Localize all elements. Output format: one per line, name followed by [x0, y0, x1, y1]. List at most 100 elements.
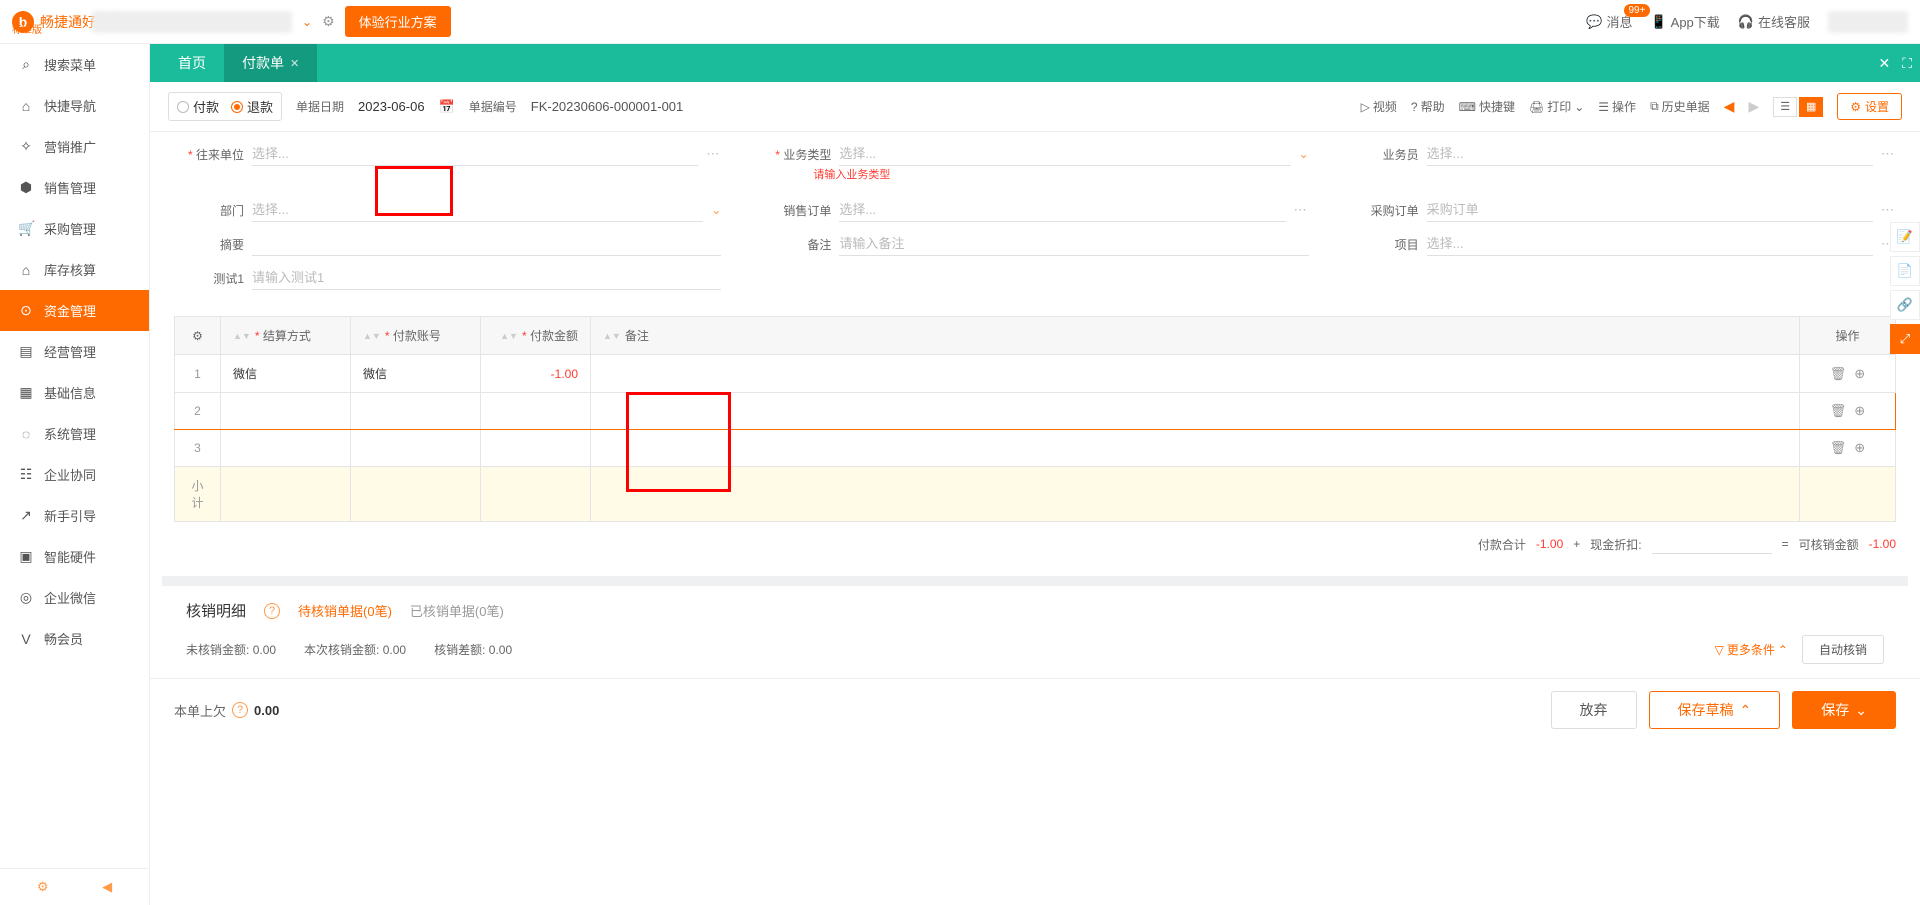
view-list-icon[interactable]: ☰ [1773, 97, 1797, 117]
float-note-icon[interactable]: 📝 [1890, 222, 1920, 252]
purchaseorder-input[interactable] [1427, 198, 1873, 222]
test1-field: 测试1 [174, 266, 721, 290]
sidebar-item-9[interactable]: ◌系统管理 [0, 413, 149, 454]
test1-input[interactable] [252, 266, 721, 290]
sidebar-item-3[interactable]: ⬢销售管理 [0, 167, 149, 208]
sidebar-item-14[interactable]: V畅会员 [0, 618, 149, 659]
float-link-icon[interactable]: 🔗 [1890, 290, 1920, 320]
col-settle[interactable]: ▲▼结算方式 [221, 317, 351, 355]
delete-row-icon[interactable]: 🗑 [1830, 366, 1847, 381]
add-row-icon[interactable]: ⊕ [1854, 403, 1865, 418]
sidebar-item-10[interactable]: ☷企业协同 [0, 454, 149, 495]
sidebar-item-5[interactable]: ⌂库存核算 [0, 249, 149, 290]
vendor-input[interactable] [252, 142, 698, 166]
save-draft-button[interactable]: 保存草稿 ⌃ [1649, 691, 1781, 729]
col-acct[interactable]: ▲▼付款账号 [351, 317, 481, 355]
sidebar-item-6[interactable]: ⊙资金管理 [0, 290, 149, 331]
dept-input[interactable] [252, 198, 703, 222]
biztype-input[interactable] [839, 142, 1290, 166]
pay-refund-toggle: 付款 退款 [168, 92, 282, 121]
tabs-close-all-icon[interactable]: ✕ [1878, 55, 1890, 72]
add-row-icon[interactable]: ⊕ [1854, 366, 1865, 381]
sidebar-settings-icon[interactable]: ⚙ [37, 879, 49, 895]
delete-row-icon[interactable]: 🗑 [1830, 440, 1847, 455]
messages-link[interactable]: 💬 消息 99+ [1586, 12, 1632, 31]
biztype-dropdown-icon[interactable]: ⌄ [1299, 147, 1309, 161]
col-gear[interactable]: ⚙ [175, 317, 221, 355]
sidebar-item-0[interactable]: ⌕搜索菜单 [0, 44, 149, 85]
sidebar-item-12[interactable]: ▣智能硬件 [0, 536, 149, 577]
tab-close-icon[interactable]: ✕ [290, 57, 299, 70]
salesorder-lookup-icon[interactable]: ⋯ [1294, 202, 1309, 218]
sidebar-icon: ▦ [18, 384, 34, 401]
add-row-icon[interactable]: ⊕ [1854, 440, 1865, 455]
remark-input[interactable] [839, 232, 1308, 256]
org-name-blurred [92, 11, 292, 33]
settings-button[interactable]: ⚙设置 [1837, 93, 1902, 120]
support-link[interactable]: 🎧 在线客服 [1738, 12, 1810, 31]
footer-bar: 本单上欠 ? 0.00 放弃 保存草稿 ⌃ 保存 ⌄ [150, 678, 1920, 741]
float-expand-icon[interactable]: ⤢ [1890, 324, 1920, 354]
cash-discount-input[interactable] [1652, 534, 1772, 554]
app-download-link[interactable]: 📱 App下载 [1650, 12, 1719, 31]
float-bar: 📝 📄 🔗 ⤢ [1890, 222, 1920, 354]
col-amt[interactable]: ▲▼付款金额 [481, 317, 591, 355]
doc-date-value[interactable]: 2023-06-06 [358, 99, 425, 114]
clerk-input[interactable] [1427, 142, 1873, 166]
float-doc-icon[interactable]: 📄 [1890, 256, 1920, 286]
next-doc-icon[interactable]: ▶ [1748, 98, 1759, 115]
summary-input[interactable] [252, 232, 721, 256]
writeoff-help-icon[interactable]: ? [264, 603, 280, 619]
calendar-icon[interactable]: 📅 [439, 99, 455, 115]
salesorder-input[interactable] [839, 198, 1285, 222]
delete-row-icon[interactable]: 🗑 [1830, 403, 1847, 418]
video-link[interactable]: ▷ 视频 [1361, 98, 1397, 115]
sidebar-item-11[interactable]: ↗新手引导 [0, 495, 149, 536]
writeoff-tab-pending[interactable]: 待核销单据(0笔) [298, 601, 392, 620]
table-row[interactable]: 1微信微信-1.00🗑⊕ [175, 355, 1896, 393]
discard-button[interactable]: 放弃 [1551, 691, 1637, 729]
org-dropdown-icon[interactable]: ⌄ [302, 15, 312, 29]
header-gear-icon[interactable]: ⚙ [322, 13, 335, 30]
clerk-lookup-icon[interactable]: ⋯ [1881, 146, 1896, 162]
table-row[interactable]: 3🗑⊕ [175, 430, 1896, 467]
radio-refund[interactable]: 退款 [231, 97, 273, 116]
view-card-icon[interactable]: ▦ [1799, 97, 1823, 117]
operate-link[interactable]: ☰ 操作 [1598, 98, 1636, 115]
sidebar-item-13[interactable]: ◎企业微信 [0, 577, 149, 618]
tab-home[interactable]: 首页 [160, 44, 224, 82]
trial-button[interactable]: 体验行业方案 [345, 6, 451, 37]
radio-dot-checked [231, 101, 243, 113]
subtotal-row: 小计 [175, 467, 1896, 522]
project-input[interactable] [1427, 232, 1873, 256]
auto-writeoff-button[interactable]: 自动核销 [1802, 635, 1884, 664]
sidebar-item-7[interactable]: ▤经营管理 [0, 331, 149, 372]
owe-help-icon[interactable]: ? [232, 702, 248, 718]
sidebar-collapse-icon[interactable]: ◀ [102, 879, 112, 895]
more-conditions-link[interactable]: ▽ 更多条件 ⌃ [1715, 641, 1788, 658]
save-button[interactable]: 保存 ⌄ [1792, 691, 1896, 729]
logo-sub: 标准版 [12, 21, 42, 36]
content: 付款 退款 单据日期 2023-06-06 📅 单据编号 FK-20230606… [150, 82, 1920, 905]
writeoff-tab-done[interactable]: 已核销单据(0笔) [410, 601, 504, 620]
radio-pay[interactable]: 付款 [177, 97, 219, 116]
help-link[interactable]: ? 帮助 [1411, 98, 1445, 115]
table-row[interactable]: 2🗑⊕ [175, 393, 1896, 430]
tabs-expand-icon[interactable]: ⛶ [1902, 55, 1912, 72]
purchaseorder-lookup-icon[interactable]: ⋯ [1881, 202, 1896, 218]
sidebar-item-8[interactable]: ▦基础信息 [0, 372, 149, 413]
tab-payment[interactable]: 付款单 ✕ [224, 44, 317, 82]
sidebar-icon: ✧ [18, 138, 34, 155]
col-remark[interactable]: ▲▼备注 [591, 317, 1800, 355]
dept-dropdown-icon[interactable]: ⌄ [711, 203, 721, 217]
prev-doc-icon[interactable]: ◀ [1724, 98, 1735, 115]
sidebar-item-4[interactable]: 🛒采购管理 [0, 208, 149, 249]
print-link[interactable]: 🖨 打印 ⌄ [1529, 98, 1584, 115]
sidebar-item-2[interactable]: ✧营销推广 [0, 126, 149, 167]
vendor-lookup-icon[interactable]: ⋯ [706, 146, 721, 162]
sidebar-item-1[interactable]: ⌂快捷导航 [0, 85, 149, 126]
history-link[interactable]: ⧉ 历史单据 [1650, 98, 1710, 115]
header-mid: 标准版 ⌄ ⚙ 体验行业方案 [152, 6, 1586, 37]
shortcut-link[interactable]: ⌨ 快捷键 [1459, 98, 1515, 115]
purchaseorder-field: 采购订单 ⋯ [1349, 198, 1896, 222]
